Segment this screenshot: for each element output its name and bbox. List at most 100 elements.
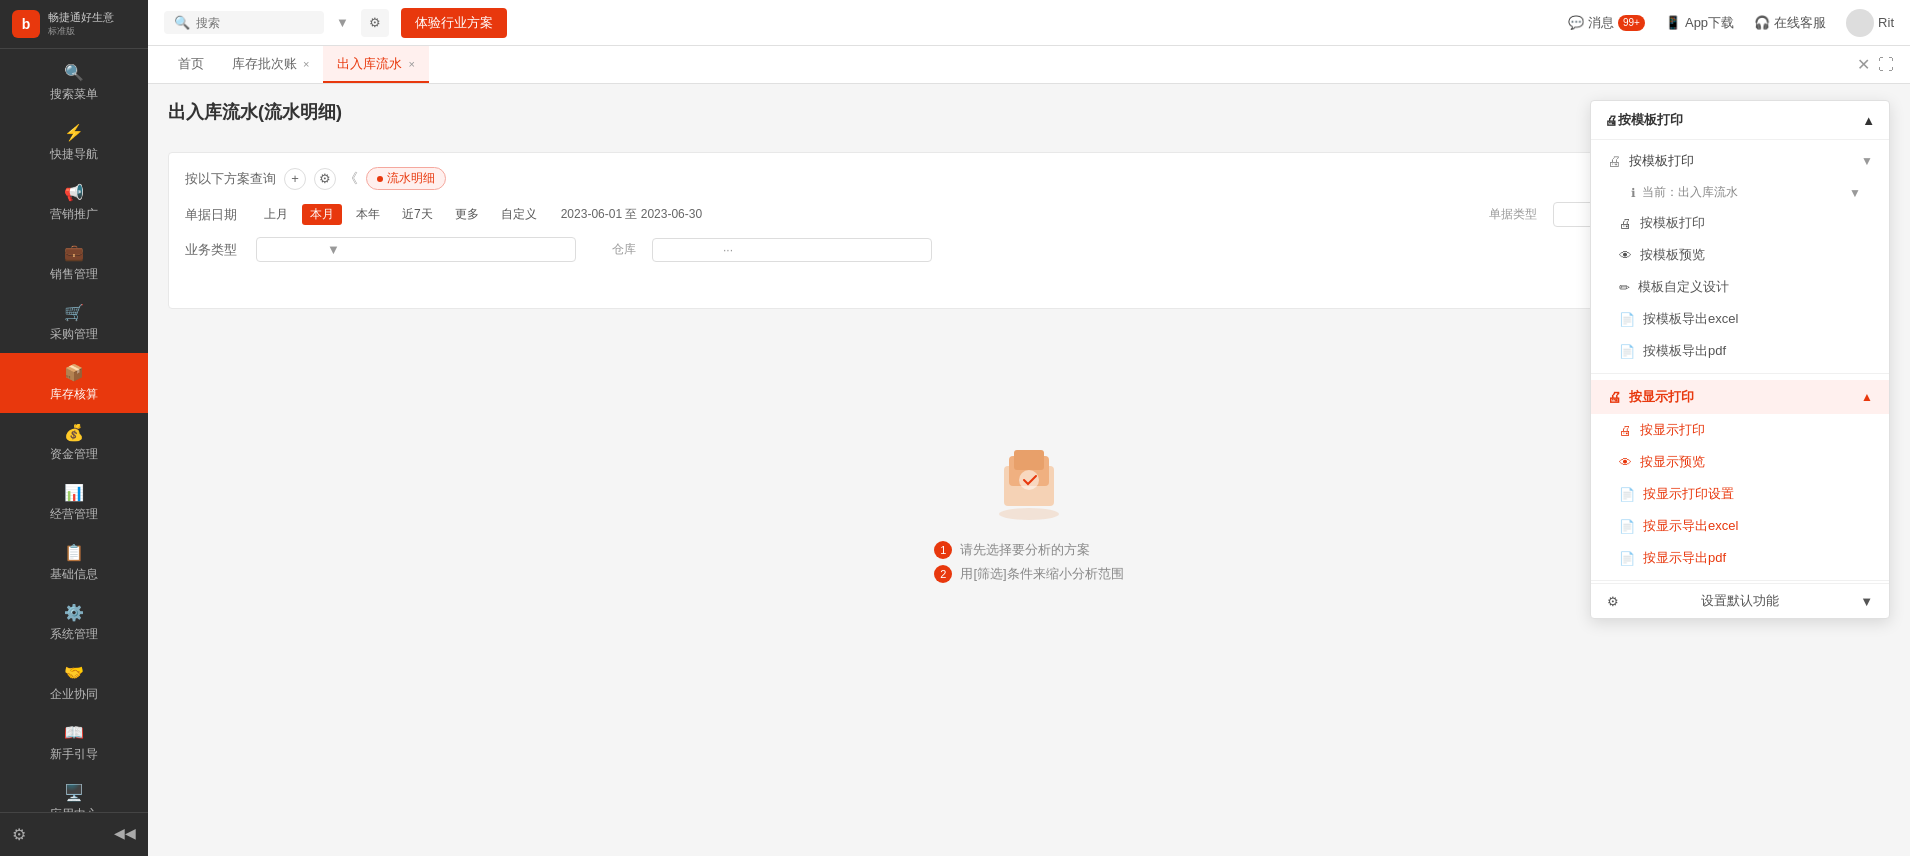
date-tab-last-month[interactable]: 上月 [256, 204, 296, 225]
date-tabs: 上月 本月 本年 近7天 更多 自定义 [256, 204, 545, 225]
user-profile-button[interactable]: Rit [1846, 9, 1894, 37]
display-pdf-item[interactable]: 📄 按显示导出pdf [1591, 542, 1889, 574]
template-pdf-item[interactable]: 📄 按模板导出pdf [1591, 335, 1889, 367]
template-preview-item[interactable]: 👁 按模板预览 [1591, 239, 1889, 271]
print-icon-header: 🖨 [1605, 113, 1618, 128]
gear-icon: ⚙ [369, 15, 381, 30]
date-tab-custom[interactable]: 自定义 [493, 204, 545, 225]
download-icon: 📱 [1665, 15, 1681, 30]
basics-icon: 📋 [64, 543, 84, 562]
app-logo-icon: b [12, 10, 40, 38]
tab-flow[interactable]: 出入库流水 × [323, 46, 428, 83]
apps-icon: 🖥️ [64, 783, 84, 802]
tab-batch[interactable]: 库存批次账 × [218, 46, 323, 83]
sidebar-item-finance[interactable]: 💰 资金管理 [0, 413, 148, 473]
display-preview-item[interactable]: 👁 按显示预览 [1591, 446, 1889, 478]
voucher-type-label: 单据类型 [1489, 206, 1537, 223]
empty-illustration [984, 436, 1074, 529]
sidebar-item-guide[interactable]: 📖 新手引导 [0, 713, 148, 773]
template-print-section: 🖨 按模板打印 ▼ ℹ 当前：出入库流水 ▼ 🖨 按模板打印 👁 按模板预览 [1591, 140, 1889, 371]
filter-add-button[interactable]: + [284, 168, 306, 190]
sidebar-item-system[interactable]: ⚙️ 系统管理 [0, 593, 148, 653]
topbar-right: 💬 消息 99+ 📱 App下载 🎧 在线客服 Rit [1568, 9, 1894, 37]
date-tab-more[interactable]: 更多 [447, 204, 487, 225]
filter-settings-button[interactable]: ⚙ [314, 168, 336, 190]
sidebar: b 畅捷通好生意 标准版 🔍 搜索菜单 ⚡ 快捷导航 📢 营销推广 💼 销售管理… [0, 0, 148, 856]
empty-step-2: 2 用[筛选]条件来缩小分析范围 [934, 565, 1123, 583]
sidebar-item-basics[interactable]: 📋 基础信息 [0, 533, 148, 593]
online-service-button[interactable]: 🎧 在线客服 [1754, 14, 1826, 32]
filter-collapse-button[interactable]: 《 [344, 170, 358, 188]
active-filter-tag: 流水明细 [366, 167, 446, 190]
search-input[interactable] [196, 16, 306, 30]
display-excel-item[interactable]: 📄 按显示导出excel [1591, 510, 1889, 542]
headset-icon: 🎧 [1754, 15, 1770, 30]
date-tab-this-month[interactable]: 本月 [302, 204, 342, 225]
topbar-chevron-icon[interactable]: ▼ [336, 15, 349, 30]
main-container: 🔍 ▼ ⚙ 体验行业方案 💬 消息 99+ 📱 App下载 🎧 在线客服 [148, 0, 1910, 856]
close-window-btn[interactable]: ✕ [1857, 55, 1870, 74]
filter-gear-icon: ⚙ [319, 171, 331, 186]
page-title: 出入库流水(流水明细) [168, 100, 342, 124]
current-chevron: ▼ [1849, 186, 1861, 200]
topbar-settings-button[interactable]: ⚙ [361, 9, 389, 37]
step-2-number: 2 [934, 565, 952, 583]
warehouse-select[interactable]: ··· [652, 238, 932, 262]
display-print-icon: 🖨 [1607, 389, 1621, 405]
sidebar-item-inventory[interactable]: 📦 库存核算 [0, 353, 148, 413]
system-icon: ⚙️ [64, 603, 84, 622]
display-settings-item[interactable]: 📄 按显示打印设置 [1591, 478, 1889, 510]
dropdown-footer[interactable]: ⚙ 设置默认功能 ▼ [1591, 583, 1889, 618]
display-preview-icon: 👁 [1619, 455, 1632, 470]
business-type-select[interactable]: ▼ [256, 237, 576, 262]
display-print-action-item[interactable]: 🖨 按显示打印 [1591, 414, 1889, 446]
sidebar-item-search[interactable]: 🔍 搜索菜单 [0, 53, 148, 113]
tab-batch-close[interactable]: × [303, 58, 309, 70]
template-print-group-item[interactable]: 🖨 按模板打印 ▼ [1591, 144, 1889, 178]
date-label: 单据日期 [185, 206, 240, 224]
business-type-label: 业务类型 [185, 241, 240, 259]
inventory-icon: 📦 [64, 363, 84, 382]
purchase-icon: 🛒 [64, 303, 84, 322]
dropdown-divider-2 [1591, 580, 1889, 581]
sidebar-settings-icon[interactable]: ⚙ [12, 825, 26, 844]
svg-point-4 [1019, 470, 1039, 490]
dropdown-chevron-up[interactable]: ▲ [1862, 113, 1875, 128]
message-button[interactable]: 💬 消息 99+ [1568, 14, 1645, 32]
display-group-chevron: ▲ [1861, 390, 1873, 404]
warehouse-more-icon[interactable]: ··· [723, 243, 733, 257]
trial-button[interactable]: 体验行业方案 [401, 8, 507, 38]
info-icon: ℹ [1631, 186, 1636, 200]
sidebar-item-marketing[interactable]: 📢 营销推广 [0, 173, 148, 233]
dropdown-divider-1 [1591, 373, 1889, 374]
sidebar-item-quicknav[interactable]: ⚡ 快捷导航 [0, 113, 148, 173]
guide-icon: 📖 [64, 723, 84, 742]
sidebar-item-purchase[interactable]: 🛒 采购管理 [0, 293, 148, 353]
dropdown-current-label: ℹ 当前：出入库流水 ▼ [1591, 178, 1889, 207]
sidebar-item-operations[interactable]: 📊 经营管理 [0, 473, 148, 533]
date-tab-this-year[interactable]: 本年 [348, 204, 388, 225]
template-print-action-item[interactable]: 🖨 按模板打印 [1591, 207, 1889, 239]
template-excel-item[interactable]: 📄 按模板导出excel [1591, 303, 1889, 335]
sidebar-item-apps[interactable]: 🖥️ 应用中心 [0, 773, 148, 812]
sidebar-item-corp[interactable]: 🤝 企业协同 [0, 653, 148, 713]
avatar [1846, 9, 1874, 37]
design-icon: ✏ [1619, 280, 1630, 295]
operations-icon: 📊 [64, 483, 84, 502]
sidebar-collapse-icon[interactable]: ◀◀ [114, 825, 136, 844]
excel-icon: 📄 [1619, 312, 1635, 327]
search-icon: 🔍 [64, 63, 84, 82]
pdf-icon: 📄 [1619, 344, 1635, 359]
tab-flow-close[interactable]: × [408, 58, 414, 70]
template-custom-item[interactable]: ✏ 模板自定义设计 [1591, 271, 1889, 303]
page-content: 出入库流水(流水明细) 🖨 按模板打印 ▲ ⬆ 导出 ↻ 刷新 [148, 84, 1910, 856]
display-pdf-icon: 📄 [1619, 551, 1635, 566]
sidebar-item-sales[interactable]: 💼 销售管理 [0, 233, 148, 293]
app-edition: 标准版 [48, 25, 114, 38]
maximize-window-btn[interactable]: ⛶ [1878, 56, 1894, 74]
tab-home[interactable]: 首页 [164, 46, 218, 83]
display-print-group-item[interactable]: 🖨 按显示打印 ▲ [1591, 380, 1889, 414]
app-download-button[interactable]: 📱 App下载 [1665, 14, 1734, 32]
topbar-search-box: 🔍 [164, 11, 324, 34]
date-tab-last7days[interactable]: 近7天 [394, 204, 441, 225]
